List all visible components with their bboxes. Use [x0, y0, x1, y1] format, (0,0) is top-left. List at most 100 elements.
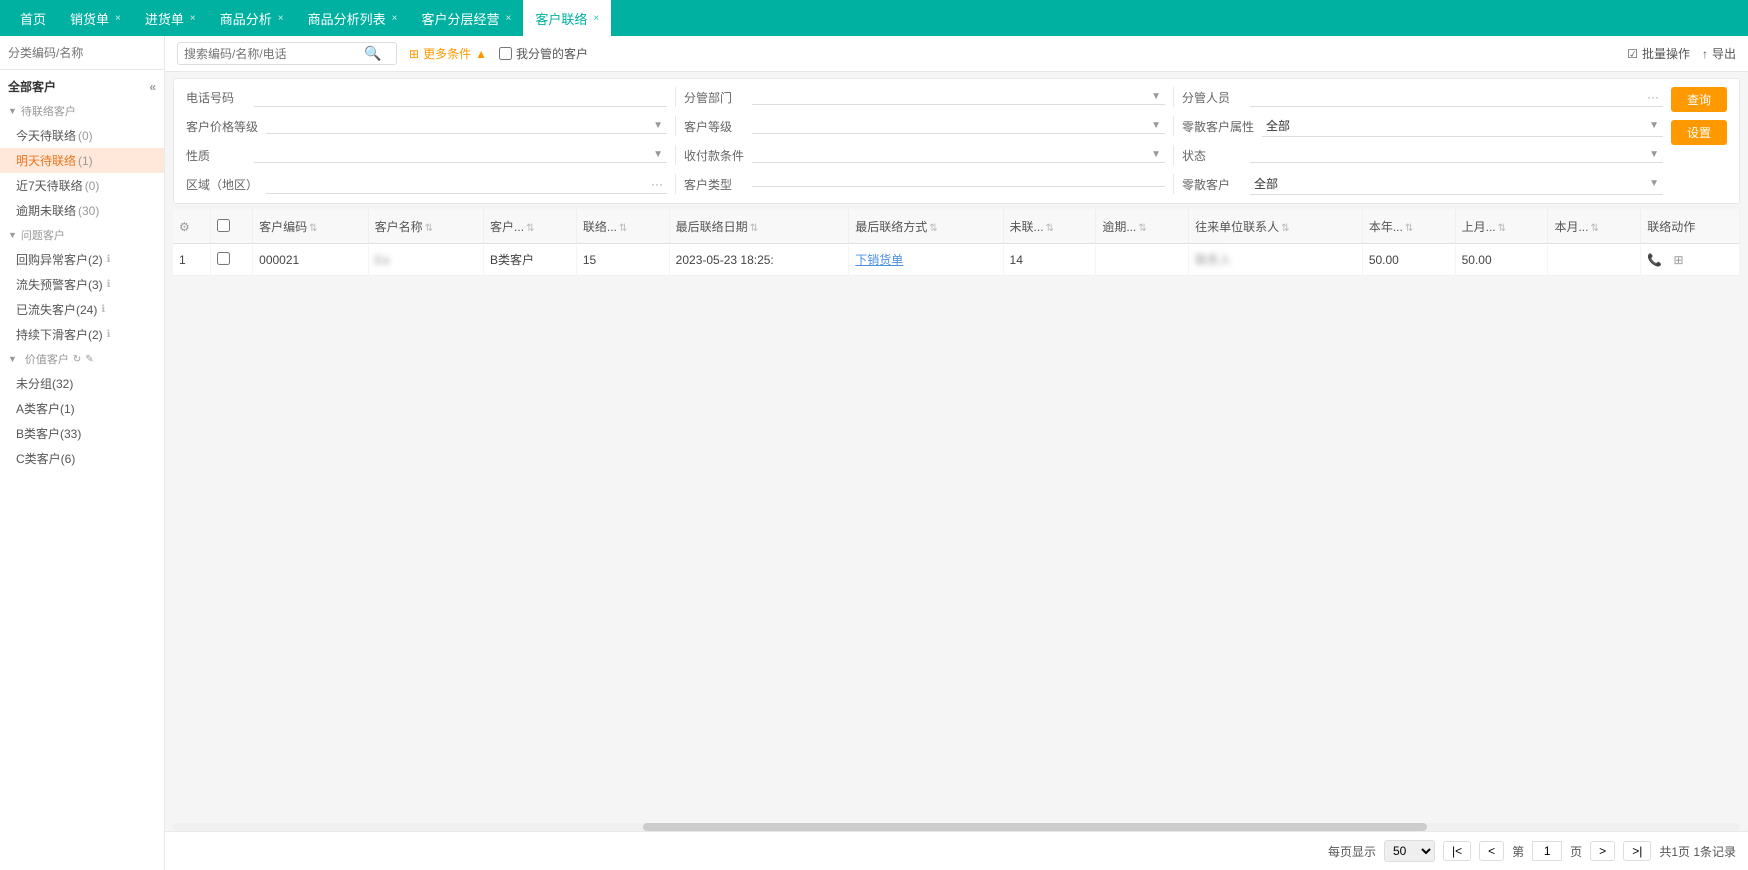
sort-icon[interactable]: ⇅ — [1281, 223, 1289, 234]
nature-select[interactable]: ▼ — [254, 147, 667, 163]
phone-action-icon[interactable]: 📞 — [1647, 253, 1662, 267]
export-btn[interactable]: ↑ 导出 — [1702, 45, 1736, 62]
filter-row-3: 性质 ▼ 收付款条件 ▼ — [186, 145, 1663, 165]
page-number-input[interactable] — [1532, 841, 1562, 861]
col-gear[interactable]: ⚙ — [173, 210, 211, 244]
sort-icon[interactable]: ⇅ — [929, 223, 937, 234]
first-page-btn[interactable]: |< — [1443, 841, 1471, 861]
customer-level-select[interactable]: ▼ — [752, 118, 1165, 134]
customer-type-select[interactable] — [752, 182, 1165, 187]
last-method-link[interactable]: 下销货单 — [855, 253, 903, 267]
info-icon[interactable]: ℹ — [107, 254, 111, 265]
close-icon[interactable]: × — [115, 13, 121, 24]
sidebar-item-ungrouped[interactable]: 未分组(32) — [0, 371, 164, 396]
sidebar-item-repurchase-abnormal[interactable]: 回购异常客户(2)ℹ — [0, 247, 164, 272]
dept-select[interactable]: ▼ — [752, 89, 1165, 105]
sidebar-group-pending[interactable]: 待联络客户 — [0, 99, 164, 123]
sidebar-item-overdue[interactable]: 逾期未联络(30) — [0, 198, 164, 223]
next-page-btn[interactable]: > — [1590, 841, 1615, 861]
filter-nature: 性质 ▼ — [186, 147, 667, 164]
more-icon[interactable]: ··· — [651, 177, 663, 191]
last-page-btn[interactable]: >| — [1623, 841, 1651, 861]
nav-product-analysis-list[interactable]: 商品分析列表 × — [296, 0, 410, 36]
area-select[interactable]: ··· — [266, 175, 667, 194]
filter-actions: 查询 设置 — [1671, 87, 1727, 195]
retail-customer-select[interactable]: 全部 ▼ — [1250, 173, 1663, 195]
sidebar-group-value[interactable]: 价值客户 ↻ ✎ — [0, 347, 164, 371]
nav-product-analysis[interactable]: 商品分析 × — [208, 0, 296, 36]
row-checkbox[interactable] — [211, 244, 253, 276]
sidebar-item-c-class[interactable]: C类客户(6) — [0, 446, 164, 471]
sidebar-item-b-class[interactable]: B类客户(33) — [0, 421, 164, 446]
search-icon[interactable]: 🔍 — [364, 45, 381, 62]
status-select[interactable]: ▼ — [1250, 147, 1663, 163]
refresh-icon[interactable]: ↻ — [73, 354, 81, 365]
payment-select[interactable]: ▼ — [752, 147, 1165, 163]
phone-input[interactable] — [254, 88, 667, 107]
person-select[interactable]: ··· — [1250, 88, 1663, 107]
close-icon[interactable]: × — [593, 13, 599, 24]
sort-icon[interactable]: ⇅ — [425, 223, 433, 234]
nav-sales-order[interactable]: 销货单 × — [58, 0, 133, 36]
close-icon[interactable]: × — [278, 13, 284, 24]
close-icon[interactable]: × — [190, 13, 196, 24]
page-label: 第 — [1512, 843, 1524, 860]
close-icon[interactable]: × — [505, 13, 511, 24]
sort-icon[interactable]: ⇅ — [750, 223, 758, 234]
nav-purchase-order[interactable]: 进货单 × — [133, 0, 208, 36]
sort-icon[interactable]: ⇅ — [1138, 223, 1146, 234]
sort-icon[interactable]: ⇅ — [1046, 223, 1054, 234]
sidebar-item-tomorrow[interactable]: 明天待联络(1) — [0, 148, 164, 173]
query-button[interactable]: 查询 — [1671, 87, 1727, 112]
per-page-select[interactable]: 50 100 200 — [1384, 840, 1435, 862]
info-icon[interactable]: ℹ — [101, 304, 105, 315]
sidebar-group-problem[interactable]: 问题客户 — [0, 223, 164, 247]
chevron-down-icon: ▼ — [1151, 91, 1161, 102]
filter-status: 状态 ▼ — [1182, 147, 1663, 164]
nav-customer-layer[interactable]: 客户分层经营 × — [409, 0, 523, 36]
retail-attr-select[interactable]: 全部 ▼ — [1262, 115, 1663, 137]
sort-icon[interactable]: ⇅ — [309, 223, 317, 234]
prev-page-btn[interactable]: < — [1479, 841, 1504, 861]
batch-ops-btn[interactable]: ☑ 批量操作 — [1627, 45, 1690, 62]
scrollbar-thumb[interactable] — [643, 823, 1427, 831]
sidebar-item-a-class[interactable]: A类客户(1) — [0, 396, 164, 421]
sort-icon[interactable]: ⇅ — [619, 223, 627, 234]
price-level-select[interactable]: ▼ — [266, 118, 667, 134]
content-area: 🔍 ⊞ 更多条件 ▲ 我分管的客户 ☑ 批量操作 ↑ 导出 — [165, 36, 1748, 870]
sidebar-all-customers[interactable]: 全部客户 « — [0, 70, 164, 99]
settings-button[interactable]: 设置 — [1671, 120, 1727, 145]
edit-icon[interactable]: ✎ — [85, 354, 93, 365]
filter-more-btn[interactable]: ⊞ 更多条件 ▲ — [409, 45, 487, 62]
horizontal-scrollbar[interactable] — [173, 823, 1740, 831]
qr-action-icon[interactable]: ⊞ — [1674, 253, 1684, 267]
search-input[interactable] — [184, 47, 364, 61]
sort-icon[interactable]: ⇅ — [526, 223, 534, 234]
select-all-checkbox[interactable] — [217, 219, 230, 232]
row-select-checkbox[interactable] — [217, 252, 230, 265]
sidebar-item-churned[interactable]: 已流失客户(24)ℹ — [0, 297, 164, 322]
col-checkbox[interactable] — [211, 210, 253, 244]
my-customers-checkbox[interactable] — [499, 47, 512, 60]
collapse-icon[interactable]: « — [149, 80, 156, 94]
nav-customer-contact[interactable]: 客户联络 × — [523, 0, 611, 36]
sidebar-item-week[interactable]: 近7天待联络(0) — [0, 173, 164, 198]
sort-icon[interactable]: ⇅ — [1590, 223, 1598, 234]
filter-retail-attr: 零散客户属性 全部 ▼ — [1182, 115, 1663, 137]
sidebar-item-churn-warning[interactable]: 流失预警客户(3)ℹ — [0, 272, 164, 297]
close-icon[interactable]: × — [392, 13, 398, 24]
info-icon[interactable]: ℹ — [107, 279, 111, 290]
sort-icon[interactable]: ⇅ — [1405, 223, 1413, 234]
cell-contact-count: 15 — [576, 244, 669, 276]
gear-icon[interactable]: ⚙ — [179, 220, 190, 234]
more-icon[interactable]: ··· — [1647, 90, 1659, 104]
sidebar-search-input[interactable] — [8, 46, 163, 60]
divider — [675, 174, 676, 194]
sidebar-item-today[interactable]: 今天待联络(0) — [0, 123, 164, 148]
info-icon[interactable]: ℹ — [107, 329, 111, 340]
sort-icon[interactable]: ⇅ — [1498, 223, 1506, 234]
nav-home[interactable]: 首页 — [8, 0, 58, 36]
sidebar-item-declining[interactable]: 持续下滑客户(2)ℹ — [0, 322, 164, 347]
filter-row-2: 客户价格等级 ▼ 客户等级 ▼ — [186, 115, 1663, 137]
divider — [1173, 174, 1174, 194]
